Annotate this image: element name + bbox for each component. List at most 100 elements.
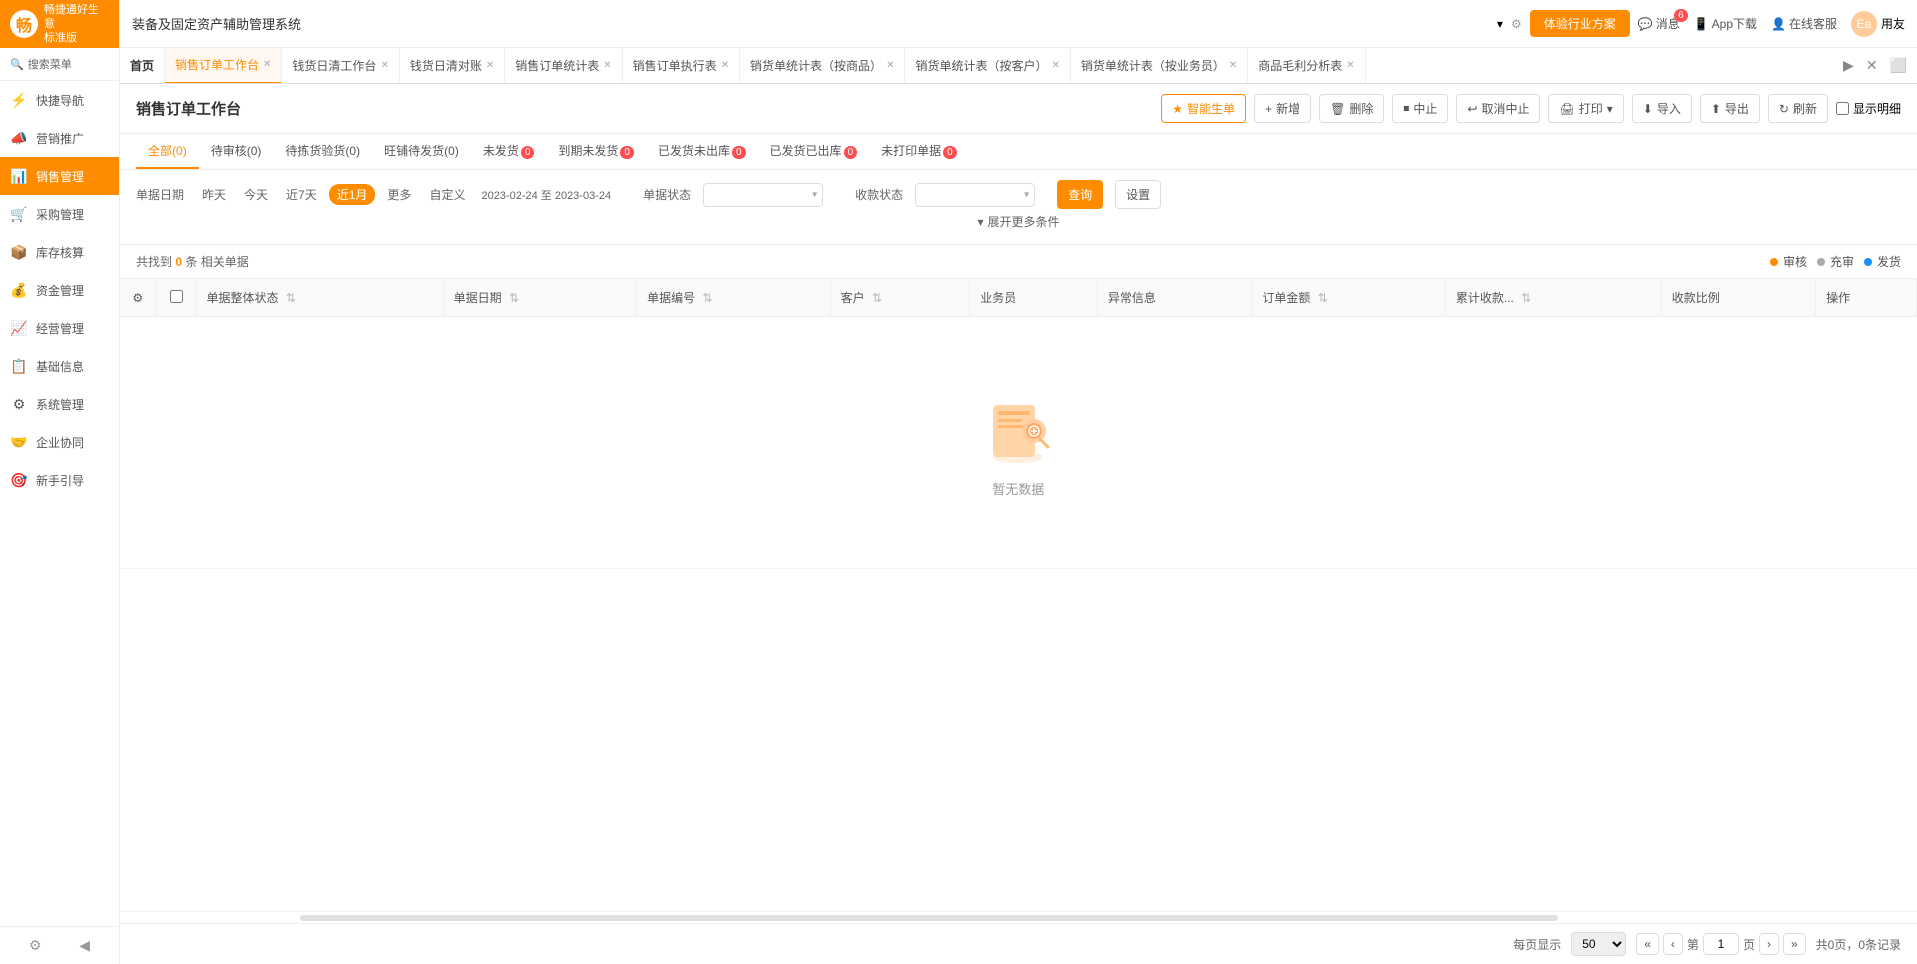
print-button[interactable]: 🖨 打印 ▾: [1548, 94, 1623, 123]
online-service-button[interactable]: 👤 在线客服: [1771, 15, 1837, 32]
ship-action[interactable]: 发货: [1864, 253, 1901, 270]
col-checkbox: [156, 279, 196, 317]
audit-action[interactable]: 审核: [1770, 253, 1807, 270]
avatar: Ea: [1851, 11, 1877, 37]
per-page-select[interactable]: 10 20 50 100: [1571, 932, 1626, 956]
sidebar-item-quick-nav[interactable]: ⚡ 快捷导航: [0, 81, 119, 119]
quick-nav-icon: ⚡: [10, 91, 28, 109]
refresh-button[interactable]: ↻ 刷新: [1768, 94, 1828, 123]
sidebar-search[interactable]: 🔍 搜索菜单: [0, 48, 119, 81]
filter-date-yesterday[interactable]: 昨天: [196, 184, 232, 205]
sidebar-item-marketing[interactable]: 📣 营销推广: [0, 119, 119, 157]
pagination-next[interactable]: ›: [1759, 933, 1779, 955]
message-button[interactable]: 💬 消息 6: [1638, 15, 1680, 32]
tab-sales-summary-customer[interactable]: 销货单统计表（按客户） ✕: [905, 48, 1070, 84]
filter-date-more[interactable]: 更多: [381, 184, 417, 205]
receipt-select[interactable]: [915, 183, 1035, 207]
message-icon: 💬: [1638, 17, 1653, 31]
status-select[interactable]: [703, 183, 823, 207]
pagination-first[interactable]: «: [1636, 933, 1659, 955]
horizontal-scrollbar[interactable]: [120, 911, 1917, 923]
per-page-label: 每页显示: [1513, 936, 1561, 953]
solution-button[interactable]: 体验行业方案: [1530, 10, 1630, 37]
sidebar-item-finance[interactable]: 💰 资金管理: [0, 271, 119, 309]
tab-cash-reconcile[interactable]: 钱货日清对账 ✕: [400, 48, 505, 84]
sort-amount-icon[interactable]: ⇅: [1318, 291, 1328, 305]
sort-received-icon[interactable]: ⇅: [1521, 291, 1531, 305]
sub-tab-shipped-out[interactable]: 已发货已出库0: [758, 134, 870, 169]
sort-date-icon[interactable]: ⇅: [509, 291, 519, 305]
export-button[interactable]: ⬆ 导出: [1700, 94, 1760, 123]
empty-state: 暂无数据: [130, 327, 1907, 558]
smart-create-button[interactable]: ★ 智能生单: [1161, 94, 1246, 123]
expand-more-btn[interactable]: ▾ 展开更多条件: [136, 209, 1901, 234]
delete-button[interactable]: 🗑 删除: [1319, 94, 1384, 123]
tab-sales-exec[interactable]: 销售订单执行表 ✕: [623, 48, 740, 84]
filter-date-7days[interactable]: 近7天: [280, 184, 323, 205]
topbar-gear-icon[interactable]: ⚙: [1511, 17, 1522, 31]
filter-date-today[interactable]: 今天: [238, 184, 274, 205]
sidebar-item-cooperation[interactable]: 🤝 企业协同: [0, 423, 119, 461]
pagination-last[interactable]: »: [1783, 933, 1806, 955]
show-detail-checkbox[interactable]: [1836, 102, 1849, 115]
tab-nav-close[interactable]: ✕: [1862, 55, 1882, 76]
sub-tab-wangpu[interactable]: 旺铺待发货(0): [372, 134, 471, 169]
filter-settings-button[interactable]: 设置: [1115, 180, 1161, 209]
column-settings-icon[interactable]: ⚙: [132, 291, 143, 305]
collapse-icon[interactable]: ◀: [79, 937, 90, 954]
sidebar-item-inventory[interactable]: 📦 库存核算: [0, 233, 119, 271]
sub-tab-all[interactable]: 全部(0): [136, 134, 199, 169]
import-button[interactable]: ⬇ 导入: [1632, 94, 1692, 123]
sort-customer-icon[interactable]: ⇅: [872, 291, 882, 305]
tab-close-cash-reconcile[interactable]: ✕: [486, 60, 494, 71]
search-button[interactable]: 查询: [1057, 180, 1103, 209]
tab-sales-summary-staff[interactable]: 销货单统计表（按业务员） ✕: [1071, 48, 1248, 84]
tab-sales-stat[interactable]: 销售订单统计表 ✕: [505, 48, 622, 84]
user-menu[interactable]: Ea 用友: [1851, 11, 1905, 37]
tab-home[interactable]: 首页: [120, 48, 165, 84]
tab-close-product-margin[interactable]: ✕: [1346, 60, 1354, 71]
sub-tab-shipped-not-warehoused[interactable]: 已发货未出库0: [646, 134, 758, 169]
tab-cash-daily[interactable]: 钱货日清工作台 ✕: [282, 48, 399, 84]
select-all-checkbox[interactable]: [170, 290, 183, 303]
sub-tab-not-shipped[interactable]: 未发货0: [471, 134, 547, 169]
pagination-prev[interactable]: ‹: [1663, 933, 1683, 955]
sidebar-item-system[interactable]: ⚙ 系统管理: [0, 385, 119, 423]
app-download-button[interactable]: 📱 App下载: [1694, 15, 1757, 32]
tab-close-sales-summary-customer[interactable]: ✕: [1051, 60, 1059, 71]
unaudit-action[interactable]: 充审: [1817, 253, 1854, 270]
sort-number-icon[interactable]: ⇅: [702, 291, 712, 305]
tab-close-sales-stat[interactable]: ✕: [603, 60, 611, 71]
settings-bottom-icon[interactable]: ⚙: [29, 937, 42, 954]
sub-tab-pending-inspect[interactable]: 待拣货验货(0): [273, 134, 372, 169]
sidebar-item-basic-info[interactable]: 📋 基础信息: [0, 347, 119, 385]
pagination-nav: « ‹ 第 页 › »: [1636, 933, 1805, 955]
filter-date-custom[interactable]: 自定义: [423, 184, 471, 205]
tab-sales-summary-product[interactable]: 销货单统计表（按商品） ✕: [740, 48, 905, 84]
sub-tab-not-printed[interactable]: 未打印单据0: [869, 134, 969, 169]
filter-date-1month[interactable]: 近1月: [329, 184, 376, 205]
tab-nav-prev[interactable]: ▶: [1839, 55, 1858, 76]
cancel-stop-button[interactable]: ↩ 取消中止: [1456, 94, 1540, 123]
sort-status-icon[interactable]: ⇅: [286, 291, 296, 305]
show-detail-label[interactable]: 显示明细: [1836, 100, 1901, 117]
tab-nav-maximize[interactable]: ⬜: [1886, 55, 1911, 76]
tab-close-cash-daily[interactable]: ✕: [380, 60, 388, 71]
topbar-dropdown[interactable]: ▾: [1497, 17, 1503, 31]
stop-button[interactable]: ⏹ 中止: [1392, 94, 1448, 123]
sidebar-item-sales[interactable]: 📊 销售管理: [0, 157, 119, 195]
page-input[interactable]: [1703, 933, 1739, 955]
purchase-icon: 🛒: [10, 205, 28, 223]
tab-product-margin[interactable]: 商品毛利分析表 ✕: [1248, 48, 1365, 84]
tab-close-sales-exec[interactable]: ✕: [721, 60, 729, 71]
sub-tab-pending-review[interactable]: 待审核(0): [199, 134, 274, 169]
add-button[interactable]: + 新增: [1254, 94, 1311, 123]
sub-tab-overdue[interactable]: 到期未发货0: [546, 134, 646, 169]
sidebar-item-guide[interactable]: 🎯 新手引导: [0, 461, 119, 499]
sidebar-item-operations[interactable]: 📈 经营管理: [0, 309, 119, 347]
tab-close-sales-summary-product[interactable]: ✕: [886, 60, 894, 71]
tab-close-sales-summary-staff[interactable]: ✕: [1229, 60, 1237, 71]
sidebar-item-purchase[interactable]: 🛒 采购管理: [0, 195, 119, 233]
tab-close-sales-order[interactable]: ✕: [263, 59, 271, 70]
tab-sales-order-workbench[interactable]: 销售订单工作台 ✕: [165, 48, 282, 84]
